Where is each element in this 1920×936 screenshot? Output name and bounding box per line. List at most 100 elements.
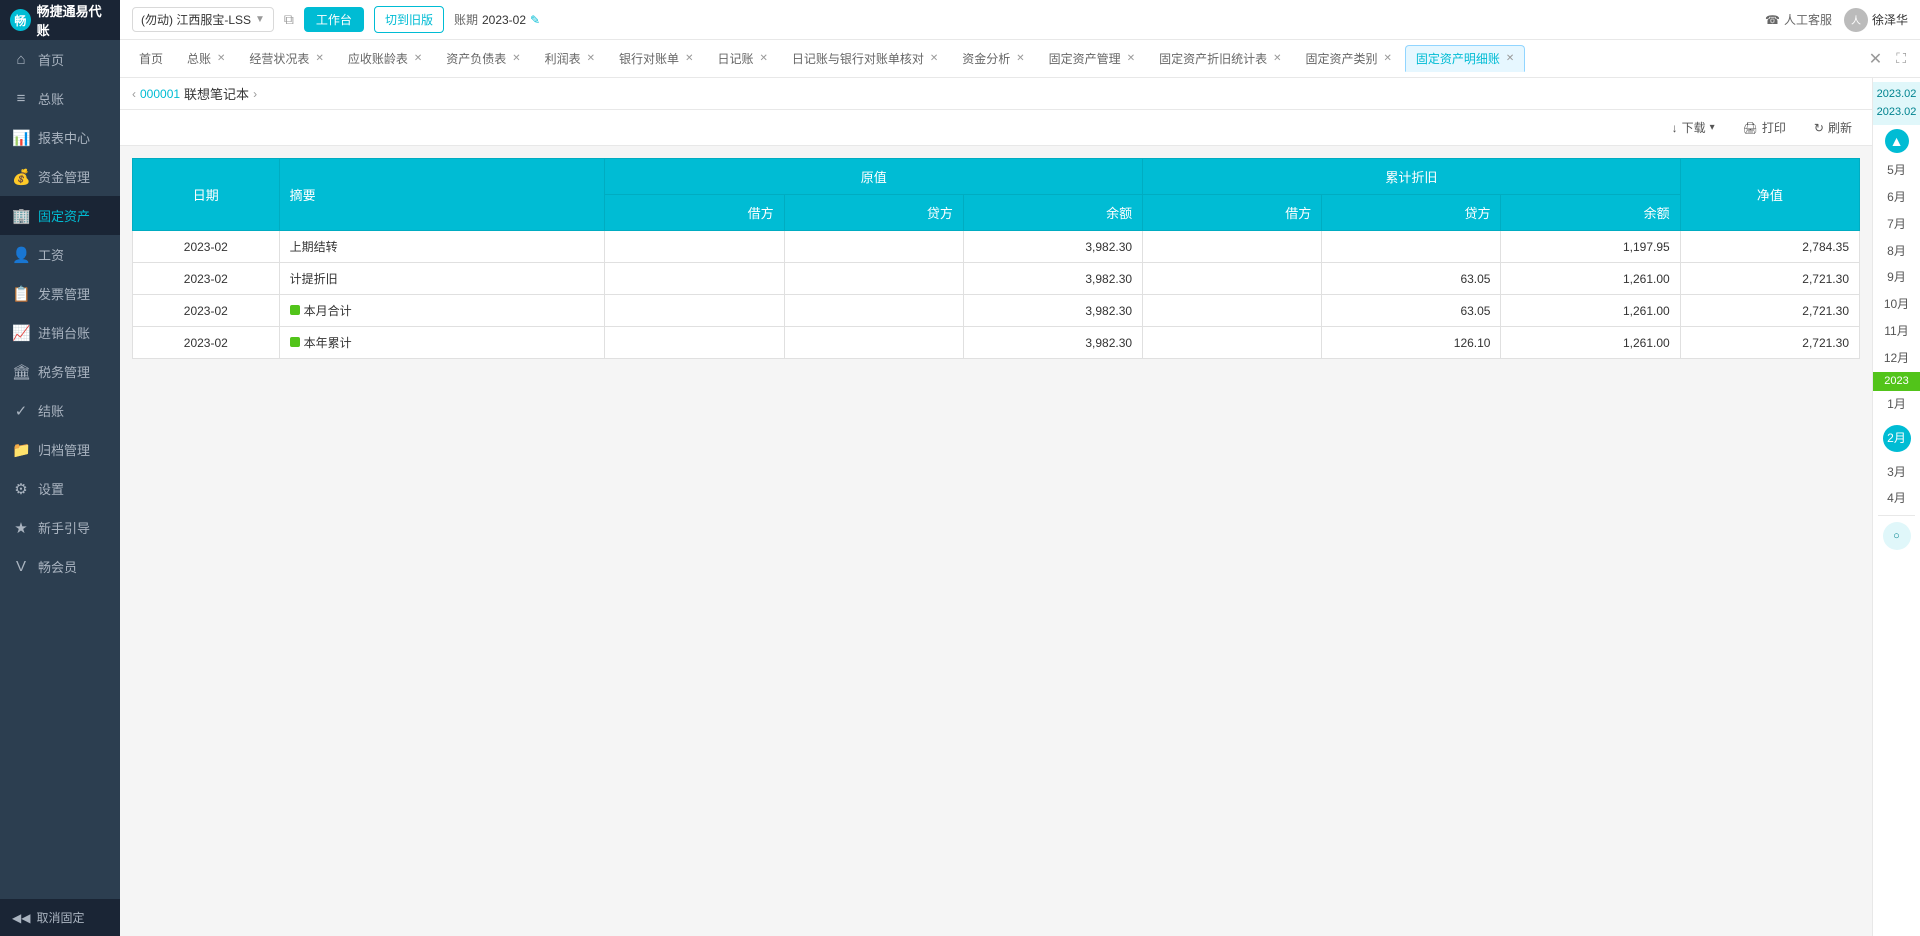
tab-fa-mgmt-close[interactable]: ✕: [1127, 53, 1135, 64]
rp-month-10[interactable]: 10月: [1873, 291, 1920, 318]
asset-breadcrumb[interactable]: 000001 联想笔记本: [140, 84, 249, 103]
tab-maximize[interactable]: ⛶: [1890, 50, 1912, 67]
period-label: 账期: [454, 11, 478, 28]
tab-journal[interactable]: 日记账 ✕: [706, 45, 778, 72]
tab-bar: 首页 总账 ✕ 经营状况表 ✕ 应收账龄表 ✕ 资产负债表 ✕ 利润表 ✕ 银行…: [120, 40, 1920, 78]
tab-fa-category-close[interactable]: ✕: [1384, 53, 1392, 64]
cell-net-value-1: 2,721.30: [1680, 263, 1859, 295]
tab-fa-mgmt[interactable]: 固定资产管理 ✕: [1038, 45, 1146, 72]
rp-month-1[interactable]: 1月: [1873, 391, 1920, 418]
tab-fa-detail[interactable]: 固定资产明细账 ✕: [1405, 45, 1525, 72]
tab-assets-liab-close[interactable]: ✕: [512, 53, 520, 64]
tab-close-all[interactable]: ✕: [1863, 49, 1888, 69]
tab-assets-liab-label: 资产负债表: [446, 50, 506, 67]
sidebar-item-invoice[interactable]: 📋 发票管理: [0, 274, 120, 313]
rp-scroll-up[interactable]: ▲: [1885, 129, 1909, 153]
tab-journal-bank-label: 日记账与银行对账单核对: [792, 50, 924, 67]
rp-month-4[interactable]: 4月: [1873, 485, 1920, 512]
tab-bizstatus-close[interactable]: ✕: [315, 53, 323, 64]
tab-fund-analysis[interactable]: 资金分析 ✕: [951, 45, 1035, 72]
th-original-group: 原值: [605, 159, 1143, 195]
tab-ledger-close[interactable]: ✕: [217, 53, 225, 64]
tab-profit-close[interactable]: ✕: [587, 53, 595, 64]
sidebar-item-archive[interactable]: 📁 归档管理: [0, 430, 120, 469]
tab-ledger[interactable]: 总账 ✕: [176, 45, 236, 72]
cell-orig-balance-0: 3,982.30: [963, 231, 1142, 263]
cell-orig-balance-3: 3,982.30: [963, 327, 1142, 359]
nav-prev-icon[interactable]: ‹: [132, 87, 136, 101]
cell-depr-balance-1: 1,261.00: [1501, 263, 1680, 295]
tab-bizstatus-label: 经营状况表: [249, 50, 309, 67]
sidebar-item-settings[interactable]: ⚙ 设置: [0, 469, 120, 508]
sidebar: 畅 畅捷通易代账 ⌂ 首页 ≡ 总账 📊 报表中心 💰 资金管理 🏢 固定资产 …: [0, 0, 120, 936]
rp-month-11[interactable]: 11月: [1873, 318, 1920, 345]
fixed-assets-icon: 🏢: [12, 207, 30, 225]
download-button[interactable]: ↓ 下载 ▾: [1664, 116, 1723, 139]
rp-month-9[interactable]: 9月: [1873, 264, 1920, 291]
workbench-button[interactable]: 工作台: [304, 7, 364, 32]
sidebar-item-payroll[interactable]: 👤 工资: [0, 235, 120, 274]
refresh-button[interactable]: ↻ 刷新: [1806, 116, 1860, 139]
user-menu[interactable]: 人 徐泽华: [1844, 8, 1908, 32]
sidebar-item-fixed-assets[interactable]: 🏢 固定资产: [0, 196, 120, 235]
rp-top-dates: 2023.02 2023.02: [1873, 82, 1920, 125]
tab-fa-detail-close[interactable]: ✕: [1506, 53, 1514, 64]
tab-journal-bank[interactable]: 日记账与银行对账单核对 ✕: [781, 45, 949, 72]
cell-depr-debit-2: [1143, 295, 1322, 327]
cell-desc-2: 本月合计: [279, 295, 605, 327]
tab-fa-depr[interactable]: 固定资产折旧统计表 ✕: [1148, 45, 1292, 72]
tab-bank-stmt[interactable]: 银行对账单 ✕: [608, 45, 704, 72]
sidebar-item-guide[interactable]: ★ 新手引导: [0, 508, 120, 547]
sidebar-item-home[interactable]: ⌂ 首页: [0, 40, 120, 79]
tab-profit[interactable]: 利润表 ✕: [534, 45, 606, 72]
tab-journal-bank-close[interactable]: ✕: [930, 53, 938, 64]
rp-month-3[interactable]: 3月: [1873, 459, 1920, 486]
cell-orig-debit-3: [605, 327, 784, 359]
sidebar-item-sales[interactable]: 📈 进销台账: [0, 313, 120, 352]
tab-journal-close[interactable]: ✕: [759, 53, 767, 64]
sidebar-item-reports[interactable]: 📊 报表中心: [0, 118, 120, 157]
sidebar-label-checkout: 结账: [38, 401, 64, 420]
print-button[interactable]: 🖨 打印: [1735, 116, 1794, 139]
tax-icon: 🏛: [12, 363, 30, 381]
sidebar-label-member: 畅会员: [38, 557, 77, 576]
sidebar-item-funds[interactable]: 💰 资金管理: [0, 157, 120, 196]
tab-assets-liab[interactable]: 资产负债表 ✕: [435, 45, 531, 72]
sidebar-item-member[interactable]: V 畅会员: [0, 547, 120, 586]
service-label: 人工客服: [1784, 11, 1832, 28]
rp-month-5[interactable]: 5月: [1873, 157, 1920, 184]
tab-fa-depr-close[interactable]: ✕: [1273, 53, 1281, 64]
sidebar-item-ledger[interactable]: ≡ 总账: [0, 79, 120, 118]
rp-month-2-active[interactable]: 2月: [1883, 425, 1911, 452]
rp-month-8[interactable]: 8月: [1873, 238, 1920, 265]
company-selector[interactable]: (勿动) 江西服宝-LSS ▼: [132, 7, 274, 32]
cell-net-value-2: 2,721.30: [1680, 295, 1859, 327]
copy-icon[interactable]: ⧉: [284, 11, 294, 28]
table-container: 日期 摘要 原值 累计折旧 净值 借方 贷方 余额 借方 贷方 余额: [120, 146, 1872, 936]
sidebar-item-tax[interactable]: 🏛 税务管理: [0, 352, 120, 391]
th-orig-credit: 贷方: [784, 195, 963, 231]
rp-month-7[interactable]: 7月: [1873, 211, 1920, 238]
rp-month-12[interactable]: 12月: [1873, 345, 1920, 372]
pin-label: 取消固定: [36, 909, 84, 926]
toolbar: ↓ 下载 ▾ 🖨 打印 ↻ 刷新: [120, 110, 1872, 146]
sidebar-item-checkout[interactable]: ✓ 结账: [0, 391, 120, 430]
nav-next-icon[interactable]: ›: [253, 87, 257, 101]
tab-receivable[interactable]: 应收账龄表 ✕: [337, 45, 433, 72]
period-edit-icon[interactable]: ✎: [530, 13, 540, 27]
rp-bottom-btn[interactable]: ○: [1883, 522, 1911, 550]
tab-receivable-close[interactable]: ✕: [414, 53, 422, 64]
home-icon: ⌂: [12, 51, 30, 68]
pin-toggle[interactable]: ◀◀ 取消固定: [0, 899, 120, 936]
tab-bank-stmt-close[interactable]: ✕: [685, 53, 693, 64]
download-label: 下载: [1682, 119, 1706, 136]
tab-bizstatus[interactable]: 经营状况表 ✕: [238, 45, 334, 72]
tab-bank-stmt-label: 银行对账单: [619, 50, 679, 67]
switch-version-button[interactable]: 切到旧版: [374, 6, 444, 33]
table-row: 2023-02 本月合计 3,982.30 63.05 1,261.00 2,7…: [133, 295, 1860, 327]
rp-month-6[interactable]: 6月: [1873, 184, 1920, 211]
tab-fa-category[interactable]: 固定资产类别 ✕: [1294, 45, 1402, 72]
customer-service[interactable]: ☎ 人工客服: [1765, 11, 1832, 28]
tab-fund-analysis-close[interactable]: ✕: [1016, 53, 1024, 64]
tab-home[interactable]: 首页: [128, 45, 174, 72]
